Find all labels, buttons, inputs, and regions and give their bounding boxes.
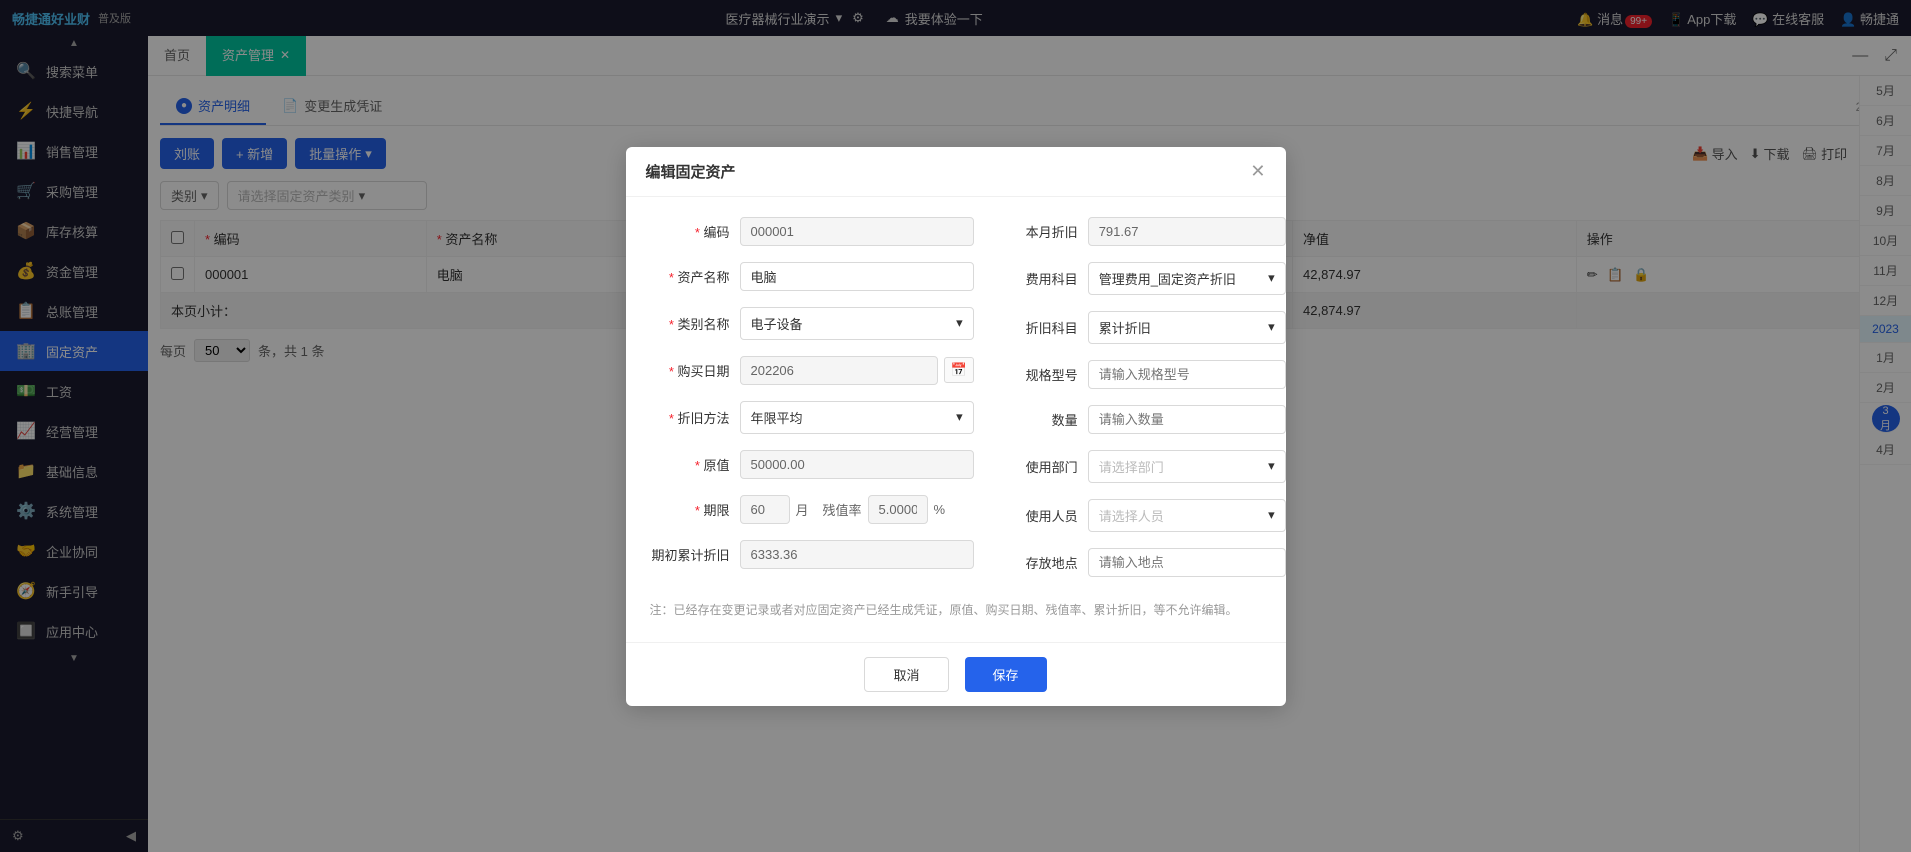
person-select[interactable]: 请选择人员 ▾ bbox=[1088, 499, 1286, 532]
dep-method-label: 折旧方法 bbox=[650, 408, 740, 427]
form-row-expense-subject: 费用科目 管理费用_固定资产折旧 ▾ bbox=[998, 262, 1286, 295]
form-row-period: 期限 月 残值率 % bbox=[650, 495, 974, 524]
location-label: 存放地点 bbox=[998, 553, 1088, 572]
quantity-input[interactable] bbox=[1088, 405, 1286, 434]
asset-name-input[interactable] bbox=[740, 262, 974, 291]
form-row-spec: 规格型号 bbox=[998, 360, 1286, 389]
period-group: 月 残值率 % bbox=[740, 495, 974, 524]
form-row-asset-name: 资产名称 bbox=[650, 262, 974, 291]
dep-method-dropdown-icon: ▾ bbox=[956, 409, 963, 425]
code-label: 编码 bbox=[650, 222, 740, 241]
form-row-initial-dep: 期初累计折旧 bbox=[650, 540, 974, 569]
original-value-input[interactable] bbox=[740, 450, 974, 479]
expense-subject-dropdown-icon: ▾ bbox=[1268, 270, 1275, 286]
form-row-department: 使用部门 请选择部门 ▾ bbox=[998, 450, 1286, 483]
category-select[interactable]: 电子设备 ▾ bbox=[740, 307, 974, 340]
initial-dep-label: 期初累计折旧 bbox=[650, 545, 740, 564]
save-btn[interactable]: 保存 bbox=[965, 657, 1047, 692]
modal-overlay: 编辑固定资产 ✕ 编码 资产名称 类别名称 bbox=[0, 0, 1911, 852]
form-row-category: 类别名称 电子设备 ▾ bbox=[650, 307, 974, 340]
modal-edit-asset: 编辑固定资产 ✕ 编码 资产名称 类别名称 bbox=[626, 147, 1286, 706]
original-value-label: 原值 bbox=[650, 455, 740, 474]
modal-note: 注：已经存在变更记录或者对应固定资产已经生成凭证，原值、购买日期、残值率、累计折… bbox=[650, 593, 1262, 622]
category-label: 类别名称 bbox=[650, 314, 740, 333]
modal-footer: 取消 保存 bbox=[626, 642, 1286, 706]
dep-subject-select[interactable]: 累计折旧 ▾ bbox=[1088, 311, 1286, 344]
modal-close-btn[interactable]: ✕ bbox=[1250, 161, 1265, 182]
expense-subject-select[interactable]: 管理费用_固定资产折旧 ▾ bbox=[1088, 262, 1286, 295]
expense-subject-value: 管理费用_固定资产折旧 bbox=[1099, 269, 1236, 288]
department-select[interactable]: 请选择部门 ▾ bbox=[1088, 450, 1286, 483]
quantity-label: 数量 bbox=[998, 410, 1088, 429]
dep-subject-value: 累计折旧 bbox=[1099, 318, 1151, 337]
code-input[interactable] bbox=[740, 217, 974, 246]
person-dropdown-icon: ▾ bbox=[1268, 507, 1275, 523]
location-input[interactable] bbox=[1088, 548, 1286, 577]
calendar-icon[interactable]: 📅 bbox=[944, 357, 974, 383]
dep-subject-dropdown-icon: ▾ bbox=[1268, 319, 1275, 335]
asset-name-label: 资产名称 bbox=[650, 267, 740, 286]
dep-method-value: 年限平均 bbox=[751, 408, 803, 427]
monthly-dep-input bbox=[1088, 217, 1286, 246]
purchase-date-input[interactable] bbox=[740, 356, 938, 385]
dep-method-select[interactable]: 年限平均 ▾ bbox=[740, 401, 974, 434]
salvage-rate-input[interactable] bbox=[868, 495, 928, 524]
person-placeholder: 请选择人员 bbox=[1099, 506, 1164, 525]
form-row-monthly-dep: 本月折旧 bbox=[998, 217, 1286, 246]
form-row-dep-subject: 折旧科目 累计折旧 ▾ bbox=[998, 311, 1286, 344]
form-row-original-value: 原值 bbox=[650, 450, 974, 479]
purchase-date-group: 📅 bbox=[740, 356, 974, 385]
modal-header: 编辑固定资产 ✕ bbox=[626, 147, 1286, 197]
form-right-col: 本月折旧 费用科目 管理费用_固定资产折旧 ▾ 折旧科目 累计折旧 bbox=[974, 217, 1286, 593]
form-grid: 编码 资产名称 类别名称 电子设备 ▾ bbox=[650, 217, 1262, 593]
monthly-dep-label: 本月折旧 bbox=[998, 222, 1088, 241]
department-label: 使用部门 bbox=[998, 457, 1088, 476]
dep-subject-label: 折旧科目 bbox=[998, 318, 1088, 337]
form-row-code: 编码 bbox=[650, 217, 974, 246]
person-label: 使用人员 bbox=[998, 506, 1088, 525]
form-row-location: 存放地点 bbox=[998, 548, 1286, 577]
category-dropdown-icon: ▾ bbox=[956, 315, 963, 331]
form-left-col: 编码 资产名称 类别名称 电子设备 ▾ bbox=[650, 217, 974, 593]
form-row-person: 使用人员 请选择人员 ▾ bbox=[998, 499, 1286, 532]
form-row-quantity: 数量 bbox=[998, 405, 1286, 434]
modal-body: 编码 资产名称 类别名称 电子设备 ▾ bbox=[626, 197, 1286, 642]
salvage-rate-label: 残值率 bbox=[823, 500, 862, 519]
initial-dep-input[interactable] bbox=[740, 540, 974, 569]
period-label: 期限 bbox=[650, 500, 740, 519]
department-placeholder: 请选择部门 bbox=[1099, 457, 1164, 476]
period-input[interactable] bbox=[740, 495, 790, 524]
salvage-rate-unit: % bbox=[934, 502, 946, 517]
expense-subject-label: 费用科目 bbox=[998, 269, 1088, 288]
form-row-dep-method: 折旧方法 年限平均 ▾ bbox=[650, 401, 974, 434]
purchase-date-label: 购买日期 bbox=[650, 361, 740, 380]
category-select-value: 电子设备 bbox=[751, 314, 803, 333]
spec-input[interactable] bbox=[1088, 360, 1286, 389]
period-unit: 月 bbox=[796, 500, 809, 519]
cancel-btn[interactable]: 取消 bbox=[864, 657, 948, 692]
modal-title: 编辑固定资产 bbox=[646, 161, 736, 182]
department-dropdown-icon: ▾ bbox=[1268, 458, 1275, 474]
form-row-purchase-date: 购买日期 📅 bbox=[650, 356, 974, 385]
spec-label: 规格型号 bbox=[998, 365, 1088, 384]
